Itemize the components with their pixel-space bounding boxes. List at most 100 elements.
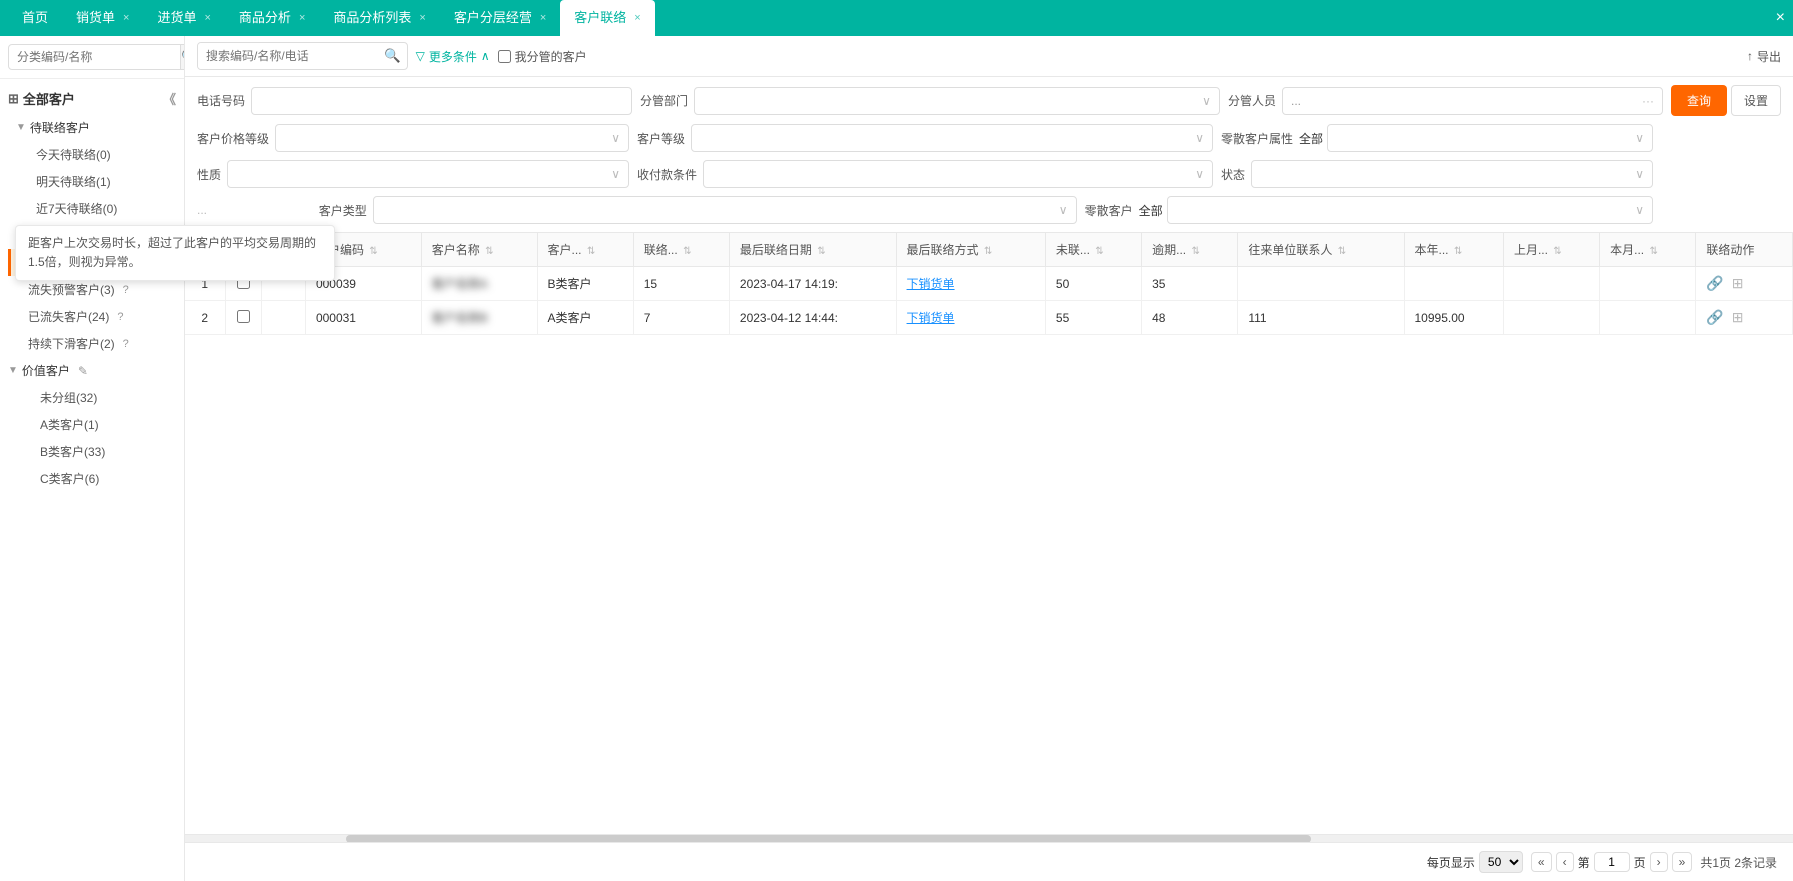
sidebar-item-class-c[interactable]: C类客户(6) (20, 465, 184, 492)
value-edit-icon[interactable]: ✎ (78, 364, 88, 378)
customer-type-filter: 客户类型 ∨ (319, 196, 1077, 224)
row2-checkbox[interactable] (237, 310, 250, 323)
gender-select[interactable]: ∨ (227, 160, 629, 188)
th-this-month[interactable]: 本月... ⇅ (1600, 233, 1696, 267)
dept-filter: 分管部门 ∨ (640, 87, 1220, 115)
row1-this-month (1600, 267, 1696, 301)
my-customers-checkbox[interactable] (498, 50, 511, 63)
nav-sales[interactable]: 销货单 × (62, 0, 143, 36)
sidebar-item-unclassified[interactable]: 未分组(32) (20, 384, 184, 411)
collapse-button[interactable]: 《 (163, 89, 176, 108)
th-overdue[interactable]: 逾期... ⇅ (1142, 233, 1238, 267)
th-contact[interactable]: 联络... ⇅ (633, 233, 729, 267)
person-select[interactable]: ...··· (1282, 87, 1663, 115)
export-button[interactable]: ↑ 导出 (1747, 48, 1781, 65)
sidebar-item-7days[interactable]: 近7天待联络(0) (16, 195, 184, 222)
dept-select[interactable]: ∨ (694, 87, 1220, 115)
customer-grade-filter: 客户等级 ∨ (637, 124, 1213, 152)
sidebar-item-class-b[interactable]: B类客户(33) (20, 438, 184, 465)
th-last-date[interactable]: 最后联络日期 ⇅ (729, 233, 896, 267)
prev-page-button[interactable]: ‹ (1556, 852, 1574, 872)
sort-name-icon: ⇅ (485, 246, 493, 257)
value-customers-title[interactable]: ▼ 价值客户 ✎ (0, 357, 184, 384)
churn-warning-info-icon: ? (123, 284, 129, 296)
row1-contact: 15 (633, 267, 729, 301)
sidebar-item-churned[interactable]: 已流失客户(24) ? (8, 303, 184, 330)
sort-this-month-icon: ⇅ (1650, 246, 1658, 257)
filter-search-input[interactable] (198, 42, 378, 70)
nav-home[interactable]: 首页 (8, 0, 62, 36)
row2-last-method[interactable]: 下销货单 (896, 301, 1045, 335)
row1-link-icon[interactable]: 🔗 (1706, 275, 1723, 292)
row1-uncontacted: 50 (1045, 267, 1141, 301)
th-grade[interactable]: 客户... ⇅ (537, 233, 633, 267)
sidebar-item-tomorrow[interactable]: 明天待联络(1) (16, 168, 184, 195)
next-page-button[interactable]: › (1650, 852, 1668, 872)
th-last-month[interactable]: 上月... ⇅ (1503, 233, 1599, 267)
status-filter: 状态 ∨ (1221, 160, 1653, 188)
nav-customer-contact[interactable]: 客户联络 × (560, 0, 654, 36)
sort-grade-icon: ⇅ (587, 246, 595, 257)
close-segment-icon[interactable]: × (540, 0, 546, 36)
row2-overdue: 48 (1142, 301, 1238, 335)
customer-type-select[interactable]: ∨ (373, 196, 1077, 224)
th-uncontacted[interactable]: 未联... ⇅ (1045, 233, 1141, 267)
close-purchase-icon[interactable]: × (204, 0, 210, 36)
th-name[interactable]: 客户名称 ⇅ (421, 233, 537, 267)
phone-input[interactable] (251, 87, 632, 115)
declining-info-icon: ? (123, 338, 129, 350)
settings-button[interactable]: 设置 (1731, 85, 1781, 116)
row1-grid-icon[interactable]: ⊞ (1732, 275, 1744, 292)
nav-customer-segment[interactable]: 客户分层经营 × (440, 0, 560, 36)
advanced-filter: 电话号码 分管部门 ∨ 分管人员 ...··· (185, 77, 1793, 233)
page-number-input[interactable] (1594, 852, 1630, 872)
sidebar-search-input[interactable] (8, 44, 181, 70)
sidebar-item-class-a[interactable]: A类客户(1) (20, 411, 184, 438)
sort-overdue-icon: ⇅ (1191, 246, 1199, 257)
status-select[interactable]: ∨ (1251, 160, 1653, 188)
close-analysis-icon[interactable]: × (299, 0, 305, 36)
row2-last-date: 2023-04-12 14:44: (729, 301, 896, 335)
sort-last-date-icon: ⇅ (817, 246, 825, 257)
retail-customer-filter: 零散客户 全部 ∨ (1085, 196, 1653, 224)
th-this-year[interactable]: 本年... ⇅ (1404, 233, 1503, 267)
nav-purchase[interactable]: 进货单 × (143, 0, 224, 36)
th-last-method[interactable]: 最后联络方式 ⇅ (896, 233, 1045, 267)
my-customers-checkbox-label[interactable]: 我分管的客户 (498, 48, 587, 65)
close-all-button[interactable]: × (1776, 9, 1785, 27)
row2-link-icon[interactable]: 🔗 (1706, 309, 1723, 326)
filter-row-3: 性质 ∨ 收付款条件 ∨ 状态 ∨ (197, 160, 1781, 188)
total-info: 共1页 2条记录 (1700, 854, 1777, 871)
filter-search-button[interactable]: 🔍 (378, 48, 407, 64)
table-header-row: ⚙ 客户编码 ⇅ 客户名称 ⇅ 客户... ⇅ (185, 233, 1793, 267)
table-row: 1 000039 客户名称A B类客户 15 2023-04-17 14 (185, 267, 1793, 301)
row2-check[interactable] (225, 301, 261, 335)
table-scrollbar[interactable] (185, 834, 1793, 842)
retail-customer-select[interactable]: ∨ (1167, 196, 1653, 224)
th-unit-contact[interactable]: 往来单位联系人 ⇅ (1238, 233, 1404, 267)
query-button[interactable]: 查询 (1671, 85, 1727, 116)
nav-analysis-list[interactable]: 商品分析列表 × (319, 0, 439, 36)
row1-last-method[interactable]: 下销货单 (896, 267, 1045, 301)
close-sales-icon[interactable]: × (123, 0, 129, 36)
row1-grade: B类客户 (537, 267, 633, 301)
sidebar-item-today[interactable]: 今天待联络(0) (16, 141, 184, 168)
close-analysis-list-icon[interactable]: × (419, 0, 425, 36)
retail-attr-select[interactable]: ∨ (1327, 124, 1653, 152)
nav-analysis[interactable]: 商品分析 × (225, 0, 319, 36)
per-page-select[interactable]: 50 (1479, 851, 1523, 873)
all-customers-header[interactable]: ⊞ 全部客户 《 (0, 83, 184, 114)
first-page-button[interactable]: « (1531, 852, 1552, 872)
more-conditions-button[interactable]: ▽ 更多条件 ∧ (416, 48, 490, 65)
pending-contact-title[interactable]: ▼ 待联络客户 (8, 114, 184, 141)
close-contact-icon[interactable]: × (634, 0, 640, 36)
price-grade-select[interactable]: ∨ (275, 124, 629, 152)
sidebar-item-declining[interactable]: 持续下滑客户(2) ? (8, 330, 184, 357)
customer-grade-select[interactable]: ∨ (691, 124, 1213, 152)
pay-select[interactable]: ∨ (703, 160, 1213, 188)
row2-grid-icon[interactable]: ⊞ (1732, 309, 1744, 326)
more-dots[interactable]: ... (197, 203, 207, 217)
filter-icon: ▽ (416, 49, 425, 63)
filter-row-2: 客户价格等级 ∨ 客户等级 ∨ 零散客户属性 全部 (197, 124, 1781, 152)
last-page-button[interactable]: » (1672, 852, 1693, 872)
